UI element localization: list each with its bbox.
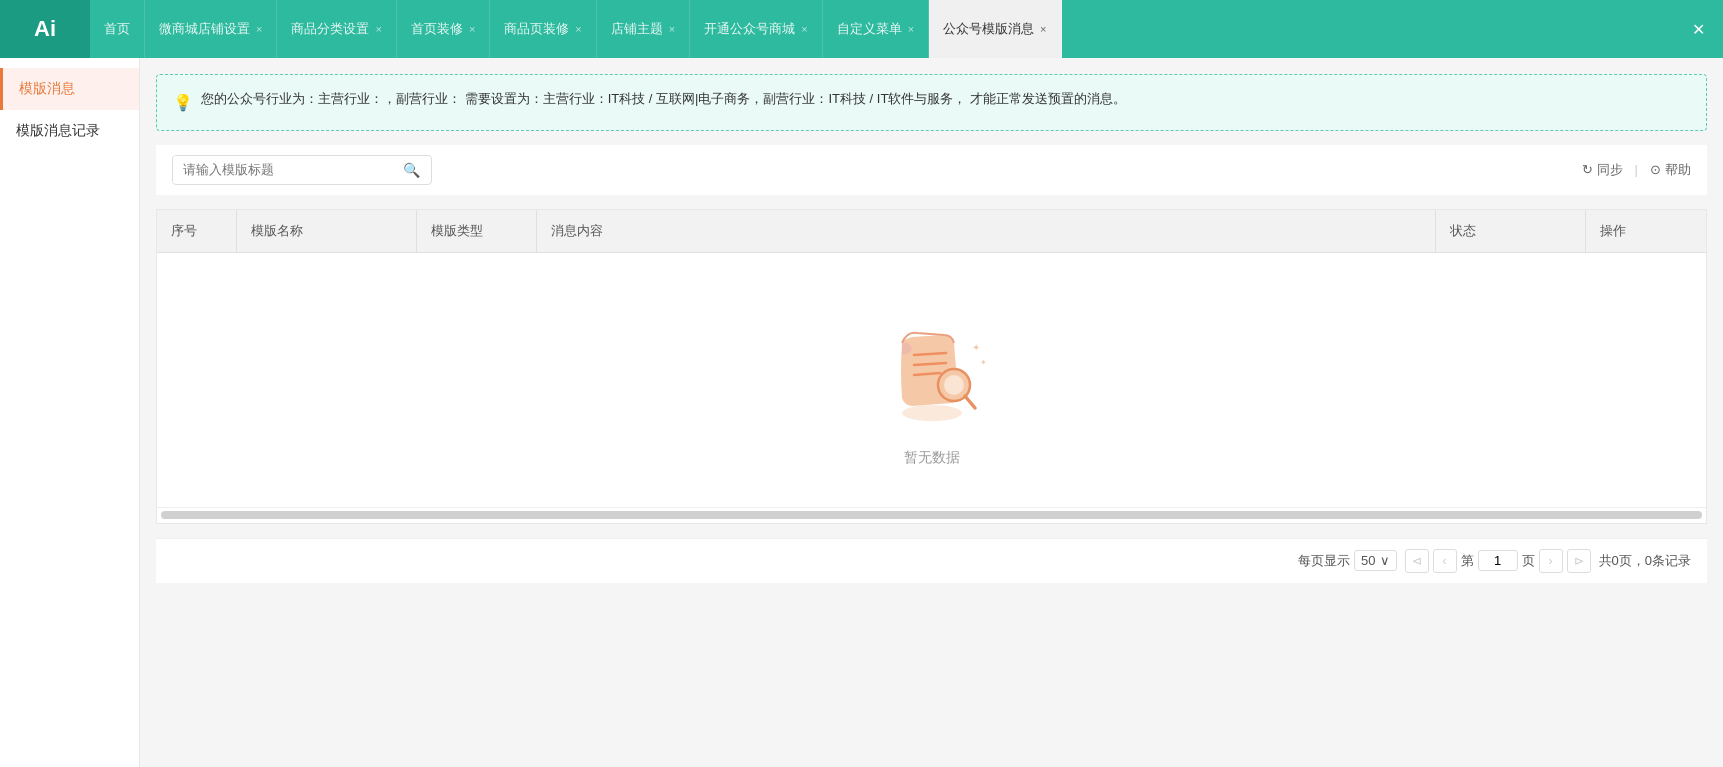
notice-text: 您的公众号行业为：主营行业：，副营行业： 需要设置为：主营行业：IT科技 / 互… [201,89,1126,110]
sync-button[interactable]: ↻ 同步 [1582,161,1623,179]
search-bar: 🔍 ↻ 同步 | ⊙ 帮助 [156,145,1707,195]
tab-close-weishop[interactable]: × [256,23,262,35]
table-header: 序号 模版名称 模版类型 消息内容 状态 操作 [157,210,1706,253]
scrollbar-track[interactable] [161,511,1702,519]
tab-close-productpage[interactable]: × [575,23,581,35]
tab-close-category[interactable]: × [375,23,381,35]
svg-text:✦: ✦ [980,358,987,367]
table-container: 序号 模版名称 模版类型 消息内容 状态 操作 [156,209,1707,524]
empty-text: 暂无数据 [904,449,960,467]
help-icon: ⊙ [1650,162,1661,177]
prev-page-button[interactable]: ‹ [1433,549,1457,573]
search-button[interactable]: 🔍 [393,156,430,184]
tab-close-custommenu[interactable]: × [908,23,914,35]
search-input[interactable] [173,156,393,183]
per-page-label: 每页显示 [1298,552,1350,570]
tab-custommenu[interactable]: 自定义菜单 × [823,0,929,58]
search-input-wrapper: 🔍 [172,155,432,185]
svg-text:✦: ✦ [972,342,980,353]
content-area: 💡 您的公众号行业为：主营行业：，副营行业： 需要设置为：主营行业：IT科技 /… [140,58,1723,767]
empty-state: ✦ ✦ 暂无数据 [157,253,1706,507]
next-page-button[interactable]: › [1539,549,1563,573]
tab-close-official[interactable]: × [801,23,807,35]
th-index: 序号 [157,210,237,252]
notice-icon: 💡 [173,90,193,116]
per-page-select[interactable]: 50 ∨ [1354,550,1396,571]
horizontal-scrollbar[interactable] [157,507,1706,523]
th-type: 模版类型 [417,210,537,252]
app-logo: Ai [0,0,90,58]
tab-template[interactable]: 公众号模版消息 × [929,0,1061,58]
help-button[interactable]: ⊙ 帮助 [1650,161,1691,179]
tab-category[interactable]: 商品分类设置 × [277,0,396,58]
th-action: 操作 [1586,210,1706,252]
svg-line-6 [965,396,975,408]
first-page-button[interactable]: ⊲ [1405,549,1429,573]
pagination: 每页显示 50 ∨ ⊲ ‹ 第 页 › ⊳ 共0页，0条记录 [156,538,1707,583]
th-status: 状态 [1436,210,1586,252]
tab-close-homepage[interactable]: × [469,23,475,35]
tab-close-template[interactable]: × [1040,23,1046,35]
th-content: 消息内容 [537,210,1436,252]
sidebar: 模版消息 模版消息记录 [0,58,140,767]
tab-official[interactable]: 开通公众号商城 × [690,0,822,58]
search-actions: ↻ 同步 | ⊙ 帮助 [1582,161,1691,179]
sync-icon: ↻ [1582,162,1593,177]
tab-theme[interactable]: 店铺主题 × [597,0,690,58]
tab-close-theme[interactable]: × [669,23,675,35]
page-suffix: 页 [1522,552,1535,570]
notice-banner: 💡 您的公众号行业为：主营行业：，副营行业： 需要设置为：主营行业：IT科技 /… [156,74,1707,131]
empty-illustration: ✦ ✦ [872,313,992,433]
tab-bar: Ai 首页 微商城店铺设置 × 商品分类设置 × 首页装修 × 商品页装修 × … [0,0,1723,58]
main-layout: 模版消息 模版消息记录 💡 您的公众号行业为：主营行业：，副营行业： 需要设置为… [0,58,1723,767]
th-name: 模版名称 [237,210,417,252]
window-close-button[interactable]: ✕ [1673,0,1723,58]
page-input[interactable] [1478,550,1518,571]
total-records: 共0页，0条记录 [1599,552,1691,570]
tab-productpage[interactable]: 商品页装修 × [490,0,596,58]
svg-point-5 [944,375,964,395]
page-size-selector: 每页显示 50 ∨ [1298,550,1396,571]
tab-homepage[interactable]: 首页装修 × [397,0,490,58]
tab-weishop[interactable]: 微商城店铺设置 × [145,0,277,58]
action-divider: | [1635,162,1638,177]
page-nav: ⊲ ‹ 第 页 › ⊳ [1405,549,1591,573]
last-page-button[interactable]: ⊳ [1567,549,1591,573]
svg-point-0 [902,405,962,421]
sidebar-item-template-record[interactable]: 模版消息记录 [0,110,139,152]
chevron-down-icon: ∨ [1380,553,1390,568]
page-prefix: 第 [1461,552,1474,570]
tab-home[interactable]: 首页 [90,0,145,58]
sidebar-item-template-msg[interactable]: 模版消息 [0,68,139,110]
